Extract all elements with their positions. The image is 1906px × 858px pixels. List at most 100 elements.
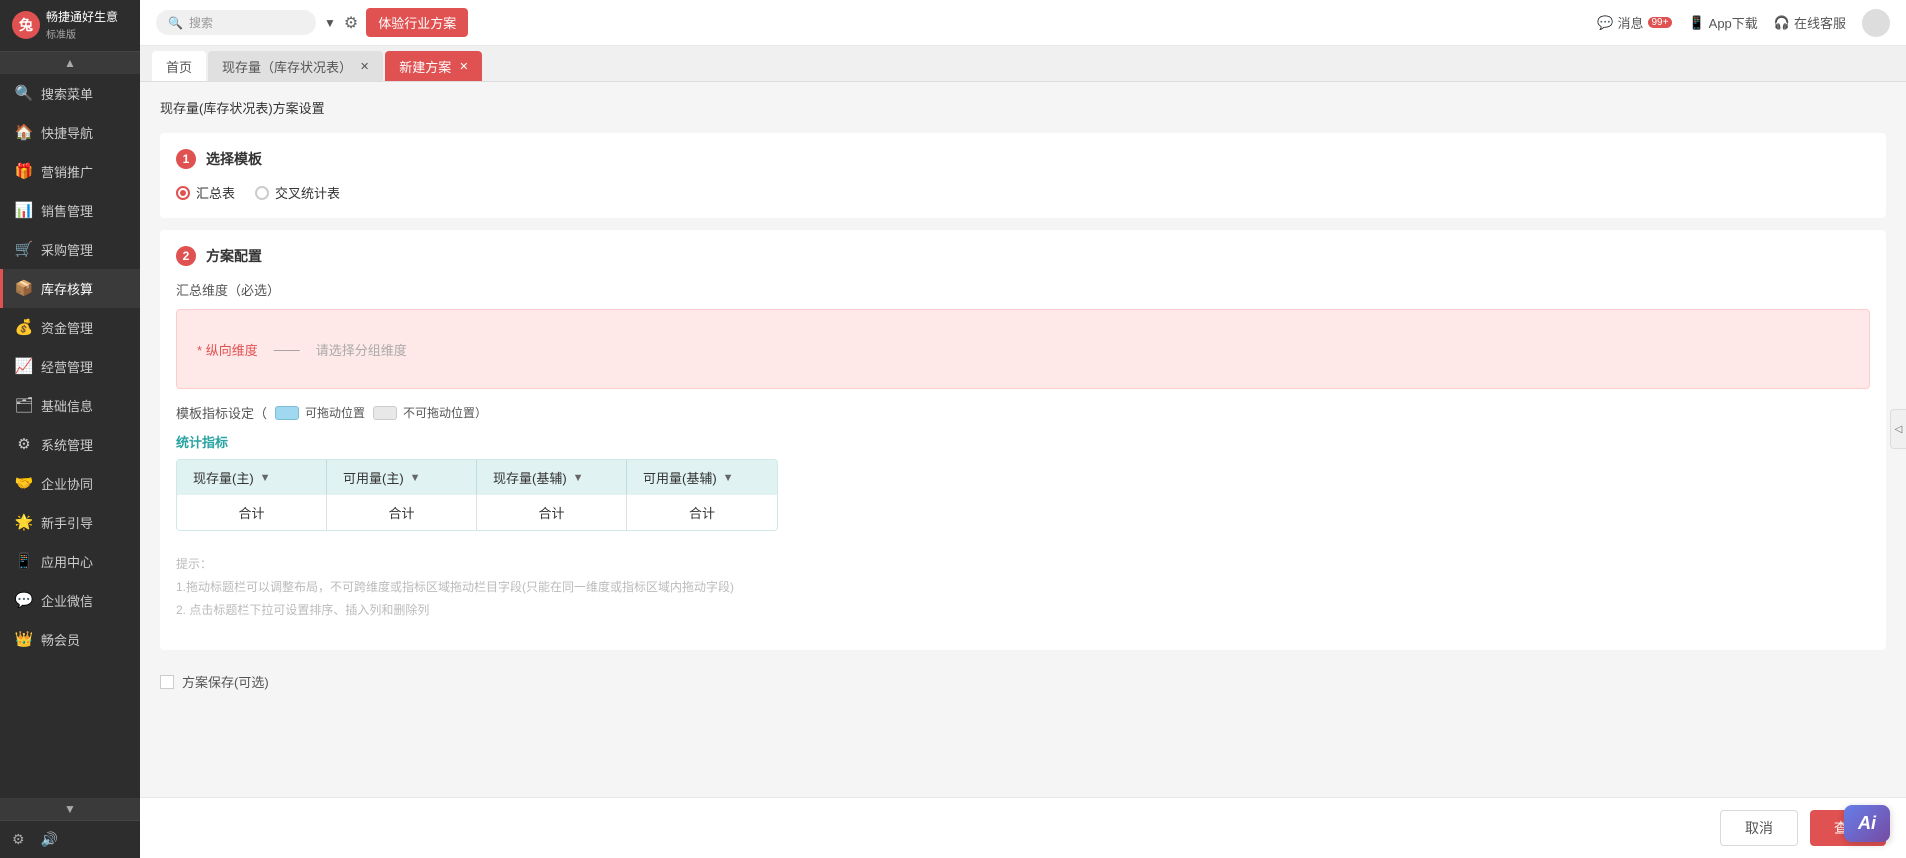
- sidebar-item-search[interactable]: 🔍 搜索菜单: [0, 74, 140, 113]
- online-service-group[interactable]: 🎧 在线客服: [1774, 13, 1846, 32]
- sidebar-item-business[interactable]: 📈 经营管理: [0, 347, 140, 386]
- col3-label: 现存量(基辅): [493, 468, 567, 487]
- app-download-group[interactable]: 📱 App下载: [1688, 13, 1757, 32]
- message-icon: 💬: [1597, 15, 1613, 31]
- message-badge: 99+: [1648, 17, 1673, 28]
- topbar-search-bar[interactable]: 🔍 搜索: [156, 10, 316, 35]
- topbar-left: 🔍 搜索 ▼ ⚙ 体验行业方案: [156, 8, 1585, 37]
- phone-icon: 📱: [1688, 15, 1704, 31]
- section2-num: 2: [176, 246, 196, 266]
- section-config: 2 方案配置 汇总维度（必选） * 纵向维度 —— 请选择分组维度 模板指标设定…: [160, 230, 1886, 650]
- tab-new-scheme-close[interactable]: ✕: [459, 60, 468, 73]
- sidebar-item-basic[interactable]: 🗂 基础信息: [0, 386, 140, 425]
- indicator-table: 现存量(主) ▼ 可用量(主) ▼ 现存量(基辅) ▼ 可用量(基辅): [176, 459, 778, 531]
- save-option: 方案保存(可选): [160, 662, 1886, 697]
- topbar-gear-icon[interactable]: ⚙: [344, 13, 358, 33]
- asterisk: *: [197, 343, 202, 358]
- topbar-dropdown[interactable]: ▼: [324, 16, 336, 30]
- topbar: 🔍 搜索 ▼ ⚙ 体验行业方案 💬 消息 99+ 📱 App下载 🎧 在线客服: [140, 0, 1906, 46]
- sidebar-item-sales[interactable]: 📊 销售管理: [0, 191, 140, 230]
- chart-icon: 📊: [15, 201, 33, 219]
- sidebar-item-finance[interactable]: 💰 资金管理: [0, 308, 140, 347]
- online-service-label: 在线客服: [1794, 13, 1846, 32]
- legend-nondraggable: 不可拖动位置）: [373, 404, 487, 421]
- volume-icon[interactable]: 🔊: [41, 831, 58, 848]
- tips-title: 提示：: [176, 555, 1870, 572]
- tabbar: 首页 现存量（库存状况表） ✕ 新建方案 ✕: [140, 46, 1906, 82]
- indicator-col-2[interactable]: 可用量(主) ▼: [327, 460, 477, 495]
- section2-title: 方案配置: [206, 246, 262, 266]
- statistics-title: 统计指标: [176, 432, 1870, 451]
- mobile-icon: 📱: [15, 552, 33, 570]
- search-icon: 🔍: [15, 84, 33, 102]
- home-icon: 🏠: [15, 123, 33, 141]
- dim-box[interactable]: * 纵向维度 —— 请选择分组维度: [176, 309, 1870, 389]
- sidebar-logo: 兔 畅捷通好生意 标准版: [0, 0, 140, 52]
- cancel-button[interactable]: 取消: [1720, 810, 1798, 846]
- sidebar-item-label: 畅会员: [41, 630, 80, 649]
- sidebar-item-wechat[interactable]: 💬 企业微信: [0, 581, 140, 620]
- cell-1: 合计: [177, 495, 327, 530]
- ai-badge[interactable]: Ai: [1844, 805, 1890, 842]
- sidebar-item-system[interactable]: ⚙ 系统管理: [0, 425, 140, 464]
- sidebar-item-label: 快捷导航: [41, 123, 93, 142]
- indicator-col-4[interactable]: 可用量(基辅) ▼: [627, 460, 777, 495]
- section1-num: 1: [176, 149, 196, 169]
- main-area: 🔍 搜索 ▼ ⚙ 体验行业方案 💬 消息 99+ 📱 App下载 🎧 在线客服: [140, 0, 1906, 858]
- sidebar-item-quicknav[interactable]: 🏠 快捷导航: [0, 113, 140, 152]
- crown-icon: 👑: [15, 630, 33, 648]
- expand-button[interactable]: ◁: [1890, 409, 1906, 449]
- topbar-right: 💬 消息 99+ 📱 App下载 🎧 在线客服: [1597, 9, 1890, 37]
- indicator-col-1[interactable]: 现存量(主) ▼: [177, 460, 327, 495]
- tab-inventory[interactable]: 现存量（库存状况表） ✕: [208, 51, 383, 81]
- sidebar-item-appstore[interactable]: 📱 应用中心: [0, 542, 140, 581]
- cell-3: 合计: [477, 495, 627, 530]
- radio-summary[interactable]: 汇总表: [176, 183, 235, 202]
- indicator-label-text: 模板指标设定（: [176, 403, 267, 422]
- sidebar-item-coop[interactable]: 🤝 企业协同: [0, 464, 140, 503]
- message-group[interactable]: 💬 消息 99+: [1597, 13, 1672, 32]
- chat-icon: 💬: [15, 591, 33, 609]
- col1-chevron-icon: ▼: [260, 472, 271, 484]
- dim-label: 汇总维度（必选）: [176, 280, 1870, 299]
- sidebar-item-member[interactable]: 👑 畅会员: [0, 620, 140, 659]
- section-template: 1 选择模板 汇总表 交叉统计表: [160, 133, 1886, 218]
- col2-chevron-icon: ▼: [410, 472, 421, 484]
- tab-inventory-close[interactable]: ✕: [360, 60, 369, 73]
- tab-home[interactable]: 首页: [152, 51, 206, 81]
- sidebar-item-marketing[interactable]: 🎁 营销推广: [0, 152, 140, 191]
- message-label: 消息: [1617, 13, 1643, 32]
- sidebar-scroll-up[interactable]: ▲: [0, 52, 140, 74]
- tips-section: 提示： 1.拖动标题栏可以调整布局，不可跨维度或指标区域拖动栏目字段(只能在同一…: [176, 545, 1870, 634]
- col2-label: 可用量(主): [343, 468, 404, 487]
- cart-icon: 🛒: [15, 240, 33, 258]
- logo-icon: 兔: [12, 11, 40, 39]
- nondraggable-legend-label: 不可拖动位置）: [403, 404, 487, 421]
- industry-btn[interactable]: 体验行业方案: [366, 8, 468, 37]
- save-label: 方案保存(可选): [182, 672, 269, 691]
- cell-2: 合计: [327, 495, 477, 530]
- save-checkbox[interactable]: [160, 675, 174, 689]
- section2-header: 2 方案配置: [176, 246, 1870, 266]
- indicator-col-3[interactable]: 现存量(基辅) ▼: [477, 460, 627, 495]
- tab-home-label: 首页: [166, 57, 192, 76]
- star-icon: 🌟: [15, 513, 33, 531]
- sidebar-item-purchase[interactable]: 🛒 采购管理: [0, 230, 140, 269]
- sidebar-item-label: 库存核算: [41, 279, 93, 298]
- sidebar-scroll-down[interactable]: ▼: [0, 798, 140, 820]
- tip-1: 1.拖动标题栏可以调整布局，不可跨维度或指标区域拖动栏目字段(只能在同一维度或指…: [176, 578, 1870, 597]
- cell-4: 合计: [627, 495, 777, 530]
- sidebar-item-guide[interactable]: 🌟 新手引导: [0, 503, 140, 542]
- legend-draggable: 可拖动位置: [275, 404, 365, 421]
- chevron-down-icon: ▼: [324, 16, 336, 30]
- user-avatar[interactable]: [1862, 9, 1890, 37]
- search-text: 搜索: [189, 14, 213, 31]
- sidebar-item-inventory[interactable]: 📦 库存核算: [0, 269, 140, 308]
- action-bar: 取消 查询: [140, 797, 1906, 858]
- radio-summary-label: 汇总表: [196, 183, 235, 202]
- settings-icon[interactable]: ⚙: [12, 831, 25, 848]
- radio-cross[interactable]: 交叉统计表: [255, 183, 340, 202]
- section1-header: 1 选择模板: [176, 149, 1870, 169]
- tab-new-scheme[interactable]: 新建方案 ✕: [385, 51, 482, 81]
- draggable-legend-label: 可拖动位置: [305, 404, 365, 421]
